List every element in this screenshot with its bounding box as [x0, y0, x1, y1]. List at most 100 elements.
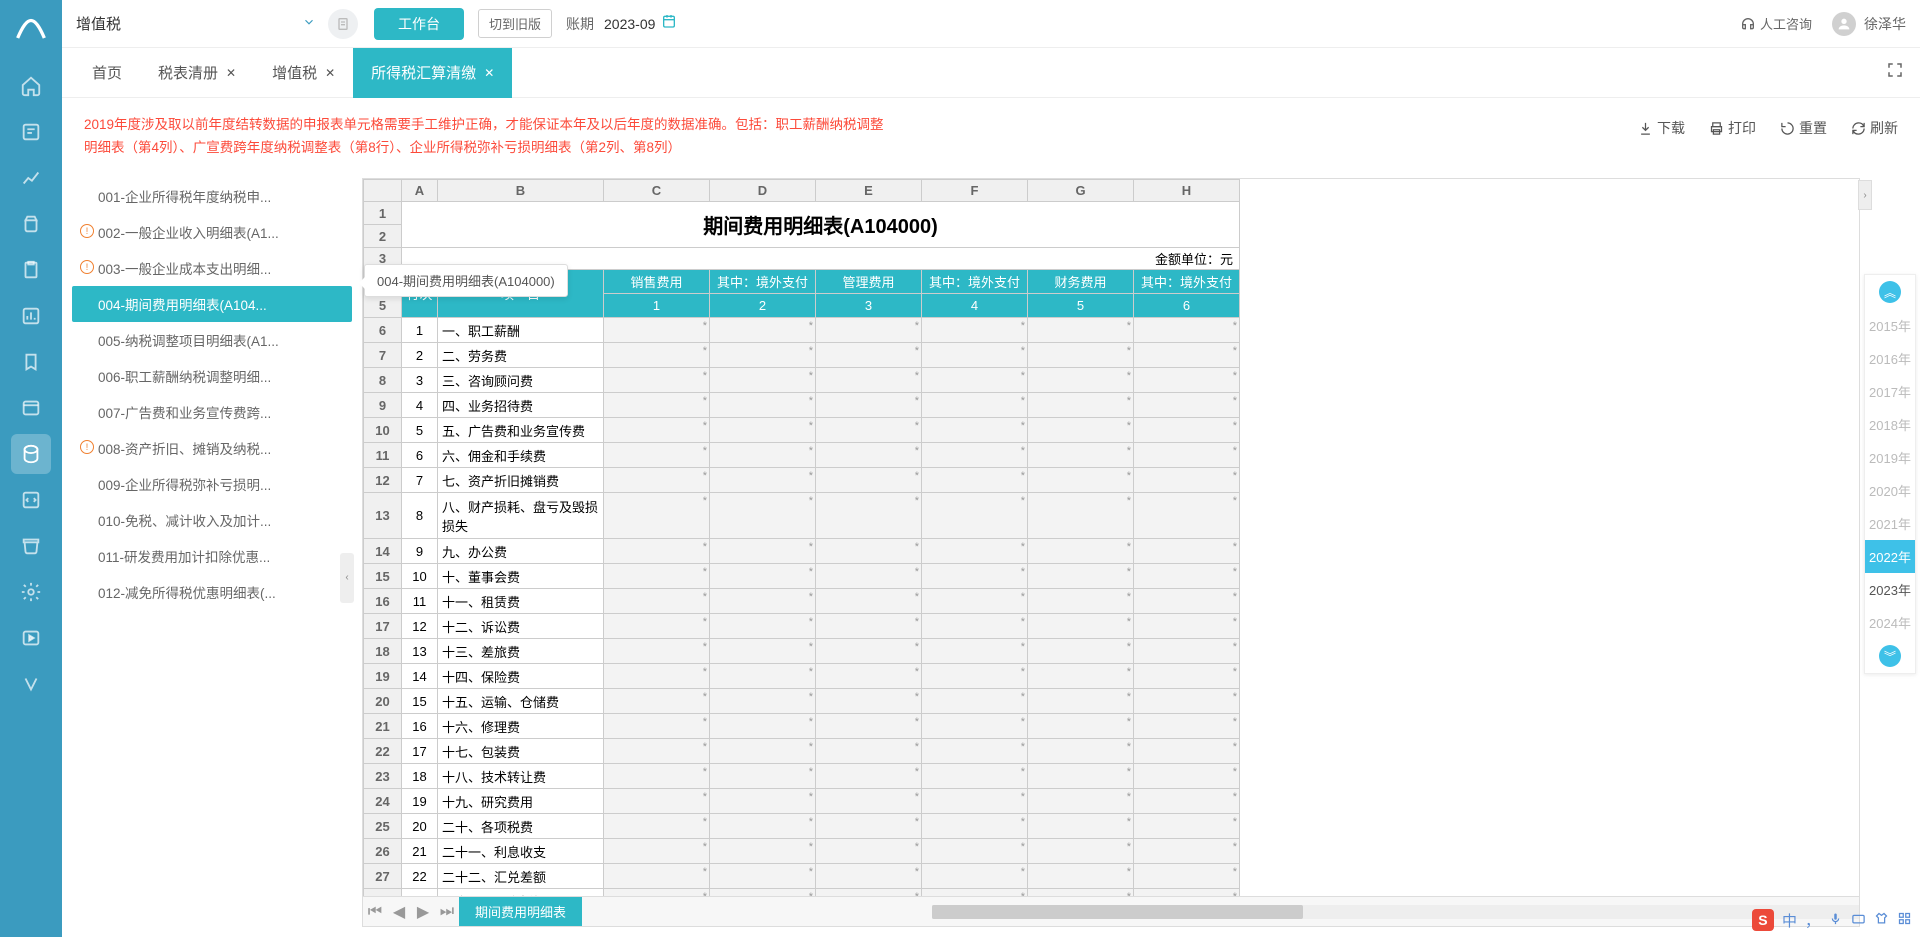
cell[interactable]: * [604, 714, 710, 739]
cell[interactable]: * [1134, 493, 1240, 539]
form-list-item[interactable]: !003-一般企业成本支出明细... [72, 250, 352, 286]
refresh-button[interactable]: 刷新 [1851, 118, 1898, 138]
row-header[interactable]: 6 [364, 318, 402, 343]
cell[interactable]: 十九、研究费用 [438, 789, 604, 814]
cell[interactable]: * [816, 614, 922, 639]
cell[interactable]: * [604, 614, 710, 639]
cell[interactable]: 1 [402, 318, 438, 343]
cell[interactable]: * [710, 443, 816, 468]
cell[interactable]: * [710, 814, 816, 839]
fullscreen-button[interactable] [1886, 61, 1904, 84]
cell[interactable]: * [816, 814, 922, 839]
cell[interactable]: * [1134, 639, 1240, 664]
sheet-first-button[interactable]: ⏮ [363, 900, 387, 924]
cell[interactable]: * [1134, 539, 1240, 564]
close-icon[interactable]: ✕ [484, 66, 494, 80]
cell[interactable]: * [816, 418, 922, 443]
cell[interactable]: * [604, 443, 710, 468]
cell[interactable]: * [816, 443, 922, 468]
sheet-next-button[interactable]: ▶ [411, 900, 435, 924]
cell[interactable]: * [710, 839, 816, 864]
cell[interactable]: * [816, 764, 922, 789]
col-header[interactable]: E [816, 180, 922, 202]
cell[interactable] [402, 889, 438, 897]
cell[interactable]: 十一、租赁费 [438, 589, 604, 614]
cell[interactable]: 五、广告费和业务宣传费 [438, 418, 604, 443]
cell[interactable]: * [604, 539, 710, 564]
cell[interactable]: 15 [402, 689, 438, 714]
nav-archive-icon[interactable] [11, 526, 51, 566]
cell[interactable]: 七、资产折旧摊销费 [438, 468, 604, 493]
row-header[interactable]: 7 [364, 343, 402, 368]
module-dropdown[interactable]: 增值税 [76, 13, 316, 34]
cell[interactable]: * [710, 889, 816, 897]
cell[interactable]: * [816, 789, 922, 814]
hscroll-track[interactable] [932, 905, 1859, 919]
cell[interactable]: * [922, 639, 1028, 664]
cell[interactable]: 六、佣金和手续费 [438, 443, 604, 468]
cell[interactable]: * [604, 864, 710, 889]
cell[interactable]: * [922, 368, 1028, 393]
cell[interactable]: * [816, 368, 922, 393]
cell[interactable]: 十二、诉讼费 [438, 614, 604, 639]
form-list-item[interactable]: 001-企业所得税年度纳税申... [72, 178, 352, 214]
cell[interactable]: 管理费用 [816, 270, 922, 294]
cell[interactable]: * [1028, 714, 1134, 739]
cell[interactable]: 十八、技术转让费 [438, 764, 604, 789]
cell[interactable]: 二十一、利息收支 [438, 839, 604, 864]
form-list-item[interactable]: !008-资产折旧、摊销及纳税... [72, 430, 352, 466]
cell[interactable]: * [922, 889, 1028, 897]
cell[interactable]: * [816, 739, 922, 764]
col-header[interactable]: D [710, 180, 816, 202]
cell[interactable]: * [604, 318, 710, 343]
cell[interactable]: * [710, 368, 816, 393]
sheet-last-button[interactable]: ⏭ [435, 900, 459, 924]
tab[interactable]: 所得税汇算清缴✕ [353, 48, 512, 98]
cell[interactable]: * [710, 639, 816, 664]
tab[interactable]: 首页 [74, 48, 140, 98]
cell[interactable]: 二、劳务费 [438, 343, 604, 368]
cell[interactable]: * [604, 564, 710, 589]
cell[interactable]: * [604, 418, 710, 443]
cell[interactable]: 17 [402, 739, 438, 764]
cell[interactable]: * [922, 539, 1028, 564]
nav-settings-icon[interactable] [11, 572, 51, 612]
cell[interactable]: 6 [402, 443, 438, 468]
form-list-item[interactable]: 009-企业所得税弥补亏损明... [72, 466, 352, 502]
cell[interactable]: * [816, 343, 922, 368]
user-menu[interactable]: 徐泽华 [1832, 12, 1906, 36]
cell[interactable]: * [710, 764, 816, 789]
cell[interactable]: 9 [402, 539, 438, 564]
cell[interactable]: * [922, 318, 1028, 343]
nav-tag-icon[interactable] [11, 342, 51, 382]
spreadsheet-scroll[interactable]: ABCDEFGH 1期间费用明细表(A104000)23金额单位：元4行次项 目… [363, 179, 1859, 896]
cell[interactable]: * [816, 664, 922, 689]
cell[interactable]: 其中：境外支付 [922, 270, 1028, 294]
cell[interactable]: * [1028, 739, 1134, 764]
cell[interactable]: * [1134, 864, 1240, 889]
form-list-item[interactable]: 006-职工薪酬纳税调整明细... [72, 358, 352, 394]
cell[interactable]: * [1028, 639, 1134, 664]
cell[interactable]: * [816, 839, 922, 864]
row-header[interactable]: 16 [364, 589, 402, 614]
row-header[interactable]: 21 [364, 714, 402, 739]
cell[interactable]: * [1028, 468, 1134, 493]
cell[interactable]: * [816, 864, 922, 889]
col-header[interactable]: F [922, 180, 1028, 202]
tab[interactable]: 增值税✕ [254, 48, 353, 98]
ime-mic-icon[interactable] [1828, 911, 1843, 930]
ime-skin-icon[interactable] [1874, 911, 1889, 930]
cell[interactable]: * [816, 539, 922, 564]
cell[interactable]: * [604, 814, 710, 839]
cell[interactable]: 销售费用 [604, 270, 710, 294]
cell[interactable]: * [710, 564, 816, 589]
cell[interactable]: 5 [402, 418, 438, 443]
cell[interactable]: * [604, 589, 710, 614]
col-header[interactable]: C [604, 180, 710, 202]
cell[interactable]: 19 [402, 789, 438, 814]
row-header[interactable]: 26 [364, 839, 402, 864]
cell[interactable]: * [1028, 864, 1134, 889]
cell[interactable]: 八、财产损耗、盘亏及毁损损失 [438, 493, 604, 539]
collapse-handle[interactable]: ‹ [340, 553, 354, 603]
cell[interactable]: * [1028, 368, 1134, 393]
